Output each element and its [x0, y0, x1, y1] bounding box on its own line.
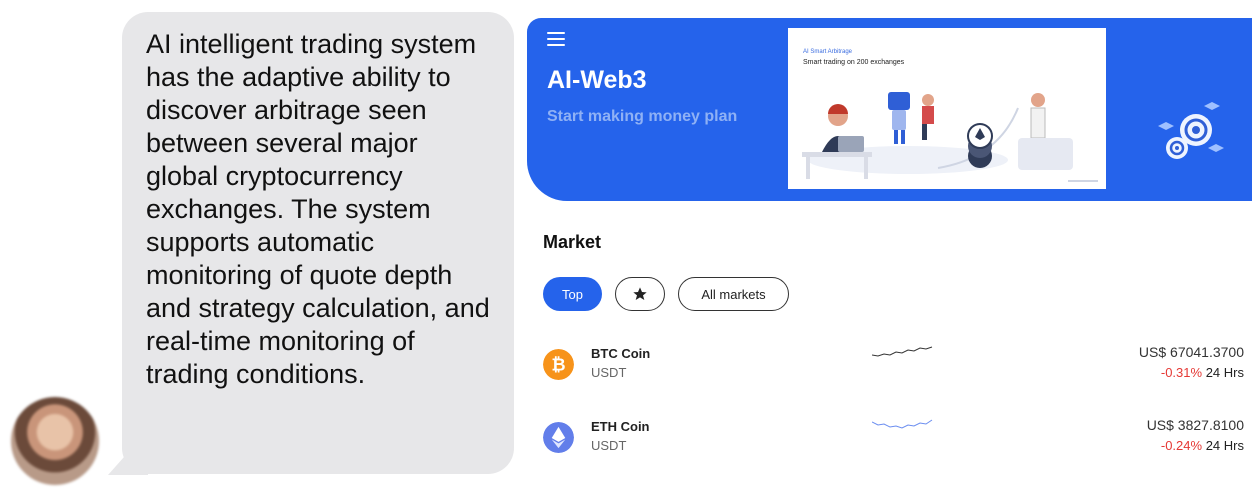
tab-top[interactable]: Top	[543, 277, 602, 311]
app-banner: AI-Web3 Start making money plan AI Smart…	[527, 18, 1252, 201]
chat-bubble: AI intelligent trading system has the ad…	[122, 12, 514, 474]
coin-pair: USDT	[591, 438, 627, 453]
promo-title: AI Smart Arbitrage	[803, 49, 853, 55]
change-percent: -0.31%	[1160, 365, 1203, 380]
market-title: Market	[543, 232, 602, 252]
chat-message: AI intelligent trading system has the ad…	[146, 29, 490, 389]
app-subtitle: Start making money plan	[547, 108, 738, 125]
tab-all-markets[interactable]: All markets	[678, 277, 789, 311]
coin-price: US$ 67041.3700	[1138, 344, 1244, 360]
coin-change: -0.24% 24 Hrs	[1161, 438, 1244, 453]
app-title: AI-Web3	[547, 66, 647, 94]
bitcoin-icon: ₿	[543, 349, 574, 380]
sparkline-btc	[872, 346, 933, 357]
hamburger-menu-icon[interactable]	[547, 32, 565, 46]
coin-graphic-icon	[1158, 102, 1224, 159]
change-period: 24 Hrs	[1205, 438, 1244, 453]
coin-change: -0.31% 24 Hrs	[1161, 365, 1244, 380]
coin-name: ETH Coin	[591, 419, 650, 434]
coin-price: US$ 3827.8100	[1146, 417, 1244, 433]
sparkline-eth	[872, 419, 933, 429]
svg-text:₿: ₿	[551, 355, 565, 375]
market-row-eth[interactable]: ETH Coin USDT US$ 3827.8100 -0.24% 24 Hr…	[540, 416, 1250, 464]
star-icon	[633, 287, 647, 300]
tab-favorites[interactable]	[615, 277, 665, 311]
coin-name: BTC Coin	[591, 346, 651, 361]
change-period: 24 Hrs	[1205, 365, 1244, 380]
coin-pair: USDT	[591, 365, 627, 380]
market-row-btc[interactable]: ₿ BTC Coin USDT US$ 67041.3700 -0.31% 24…	[540, 343, 1250, 391]
avatar	[11, 397, 99, 485]
promo-subtitle: Smart trading on 200 exchanges	[803, 59, 905, 66]
promo-banner[interactable]: AI Smart Arbitrage Smart trading on 200 …	[788, 28, 1106, 189]
ethereum-icon	[543, 422, 574, 453]
change-percent: -0.24%	[1160, 438, 1203, 453]
